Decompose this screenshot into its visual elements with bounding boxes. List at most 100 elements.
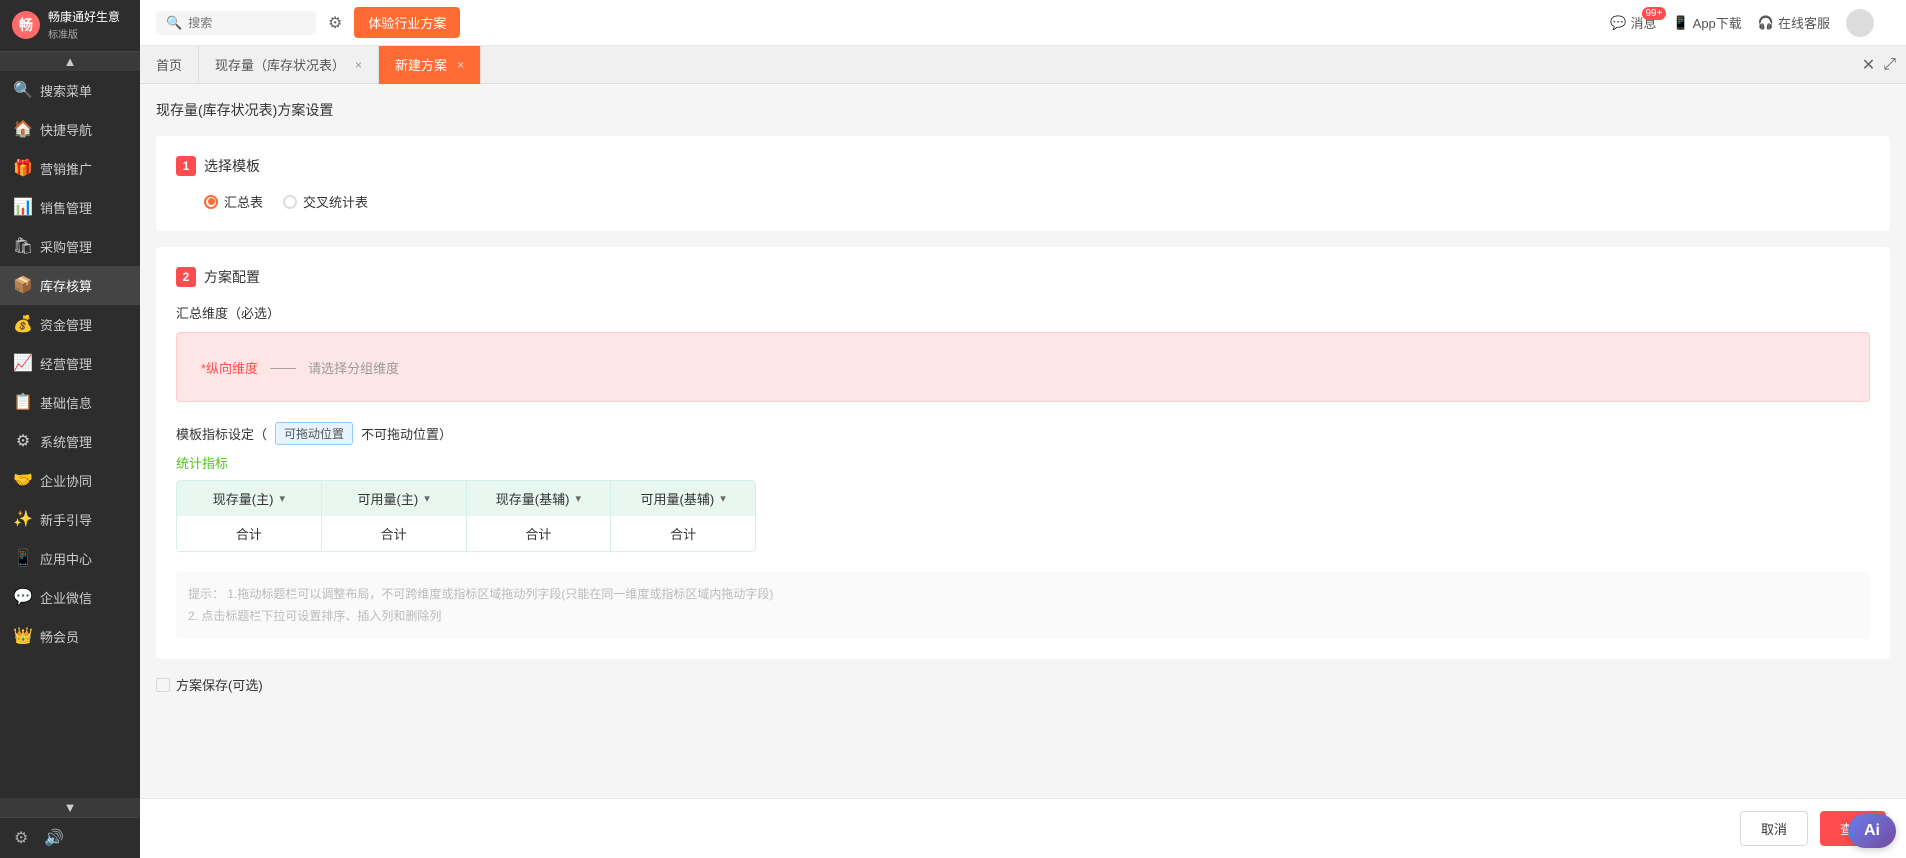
sidebar-item-label: 系统管理 [40, 432, 92, 451]
dim-required: *纵向维度 [201, 358, 258, 377]
tab-expand-icon[interactable]: ⤢ [1883, 56, 1896, 74]
search-input[interactable] [188, 16, 298, 30]
sidebar-item-quick-nav[interactable]: 🏠 快捷导航 [0, 110, 140, 149]
tip1: 提示： 1.拖动标题栏可以调整布局，不可跨维度或指标区域拖动列字段(只能在同一维… [188, 584, 1858, 606]
tab-home[interactable]: 首页 [140, 46, 199, 84]
tabs-end-icons: ✕ ⤢ [1852, 55, 1906, 75]
guide-icon: ✨ [14, 510, 32, 528]
sidebar-item-label: 企业微信 [40, 588, 92, 607]
topbar-search-box[interactable]: 🔍 [156, 11, 316, 35]
sidebar-item-finance[interactable]: 💰 资金管理 [0, 305, 140, 344]
tabs-bar: 首页 现存量（库存状况表） × 新建方案 × ✕ ⤢ [140, 46, 1906, 84]
sidebar-item-wechat[interactable]: 💬 企业微信 [0, 578, 140, 617]
tip1-text: 1.拖动标题栏可以调整布局，不可跨维度或指标区域拖动列字段(只能在同一维度或指标… [227, 587, 773, 601]
sidebar-bottom: ⚙ 🔊 [0, 817, 140, 858]
tab-close-all-icon[interactable]: ✕ [1862, 55, 1875, 75]
radio-summary-circle [204, 195, 218, 209]
sidebar-item-label: 营销推广 [40, 159, 92, 178]
section1-title: 选择模板 [204, 156, 260, 176]
dim-label: 汇总维度（必选） [176, 303, 1870, 322]
radio-summary[interactable]: 汇总表 [204, 192, 263, 211]
tab-inventory-status[interactable]: 现存量（库存状况表） × [199, 46, 379, 84]
cooperation-icon: 🤝 [14, 471, 32, 489]
section2-title: 方案配置 [204, 267, 260, 287]
stats-col-3-header[interactable]: 现存量(基辅) ▾ [467, 481, 612, 516]
sidebar-item-basic-info[interactable]: 📋 基础信息 [0, 383, 140, 422]
cancel-button[interactable]: 取消 [1740, 811, 1808, 846]
tab-new-plan[interactable]: 新建方案 × [379, 46, 481, 84]
stats-col-1-chevron: ▾ [279, 492, 285, 505]
stats-col-2-header[interactable]: 可用量(主) ▾ [322, 481, 467, 516]
dim-dash: —— [270, 360, 296, 375]
quick-nav-icon: 🏠 [14, 120, 32, 138]
tab-new-plan-close-icon[interactable]: × [457, 58, 464, 72]
service-icon: 🎧 [1758, 15, 1774, 31]
stats-col-1-label: 现存量(主) [213, 489, 274, 508]
sidebar-item-guide[interactable]: ✨ 新手引导 [0, 500, 140, 539]
save-checkbox[interactable] [156, 678, 170, 692]
sidebar-item-search-menu[interactable]: 🔍 搜索菜单 [0, 71, 140, 110]
topbar-right: 💬 消息 99+ 📱 App下载 🎧 在线客服 [1610, 9, 1890, 37]
sidebar-item-operation[interactable]: 📈 经营管理 [0, 344, 140, 383]
stats-col-2-label: 可用量(主) [358, 489, 419, 508]
basic-info-icon: 📋 [14, 393, 32, 411]
section-template: 1 选择模板 汇总表 交叉统计表 [156, 136, 1890, 231]
sidebar-logo: 畅 畅康通好生意 标准版 [0, 0, 140, 52]
sidebar-item-purchase[interactable]: 🛍 采购管理 [0, 227, 140, 266]
section-config: 2 方案配置 汇总维度（必选） *纵向维度 —— 请选择分组维度 模板指标设定（… [156, 247, 1890, 659]
radio-cross-label: 交叉统计表 [303, 192, 368, 211]
wechat-icon: 💬 [14, 588, 32, 606]
online-service-button[interactable]: 🎧 在线客服 [1758, 13, 1830, 32]
indicators-label-text: 模板指标设定（ [176, 424, 267, 443]
sidebar-nav: 🔍 搜索菜单 🏠 快捷导航 🎁 营销推广 📊 销售管理 🛍 采购管理 📦 库存核… [0, 71, 140, 798]
stats-col-3-chevron: ▾ [575, 492, 581, 505]
message-button[interactable]: 💬 消息 99+ [1610, 13, 1656, 32]
sidebar-scroll-down[interactable]: ▼ [0, 798, 140, 817]
sidebar-item-inventory[interactable]: 📦 库存核算 [0, 266, 140, 305]
sidebar-item-label: 资金管理 [40, 315, 92, 334]
section2-number: 2 [176, 267, 196, 287]
sidebar-item-app-center[interactable]: 📱 应用中心 [0, 539, 140, 578]
stats-col-1-header[interactable]: 现存量(主) ▾ [177, 481, 322, 516]
sidebar-item-member[interactable]: 👑 畅会员 [0, 617, 140, 656]
save-option: 方案保存(可选) [156, 675, 1890, 694]
sales-icon: 📊 [14, 198, 32, 216]
app-download-label: App下载 [1693, 13, 1742, 32]
tab-inventory-status-label: 现存量（库存状况表） [215, 55, 345, 74]
radio-cross-circle [283, 195, 297, 209]
tab-new-plan-label: 新建方案 [395, 55, 447, 74]
sidebar-item-marketing[interactable]: 🎁 营销推广 [0, 149, 140, 188]
app-download-button[interactable]: 📱 App下载 [1672, 13, 1741, 32]
system-icon: ⚙ [14, 432, 32, 450]
user-avatar[interactable] [1846, 9, 1874, 37]
app-download-icon: 📱 [1672, 15, 1688, 31]
sidebar-scroll-up[interactable]: ▲ [0, 52, 140, 71]
section1-number: 1 [176, 156, 196, 176]
radio-cross[interactable]: 交叉统计表 [283, 192, 368, 211]
sidebar-item-label: 新手引导 [40, 510, 92, 529]
content-area: 现存量(库存状况表)方案设置 1 选择模板 汇总表 交叉统计表 [140, 84, 1906, 798]
ai-button[interactable]: Ai [1848, 814, 1896, 848]
sidebar-item-label: 销售管理 [40, 198, 92, 217]
stats-col-4-chevron: ▾ [720, 492, 726, 505]
sidebar-item-system[interactable]: ⚙ 系统管理 [0, 422, 140, 461]
sound-icon[interactable]: 🔊 [44, 828, 64, 848]
finance-icon: 💰 [14, 315, 32, 333]
stats-col-4-header[interactable]: 可用量(基辅) ▾ [611, 481, 755, 516]
dim-area[interactable]: *纵向维度 —— 请选择分组维度 [176, 332, 1870, 402]
sidebar-item-sales[interactable]: 📊 销售管理 [0, 188, 140, 227]
sidebar-item-label: 应用中心 [40, 549, 92, 568]
member-icon: 👑 [14, 627, 32, 645]
trial-button[interactable]: 体验行业方案 [354, 7, 460, 38]
tip2: 2. 点击标题栏下拉可设置排序、插入列和删除列 [188, 606, 1858, 628]
sidebar-item-cooperation[interactable]: 🤝 企业协同 [0, 461, 140, 500]
tab-inventory-close-icon[interactable]: × [355, 58, 362, 72]
stats-col-3-body: 合计 [467, 516, 612, 551]
section1-header: 1 选择模板 [176, 156, 1870, 176]
settings-icon[interactable]: ⚙ [14, 828, 28, 848]
app-center-icon: 📱 [14, 549, 32, 567]
sidebar-item-label: 采购管理 [40, 237, 92, 256]
radio-summary-label: 汇总表 [224, 192, 263, 211]
gear-icon[interactable]: ⚙ [324, 9, 346, 37]
sidebar-item-label: 基础信息 [40, 393, 92, 412]
